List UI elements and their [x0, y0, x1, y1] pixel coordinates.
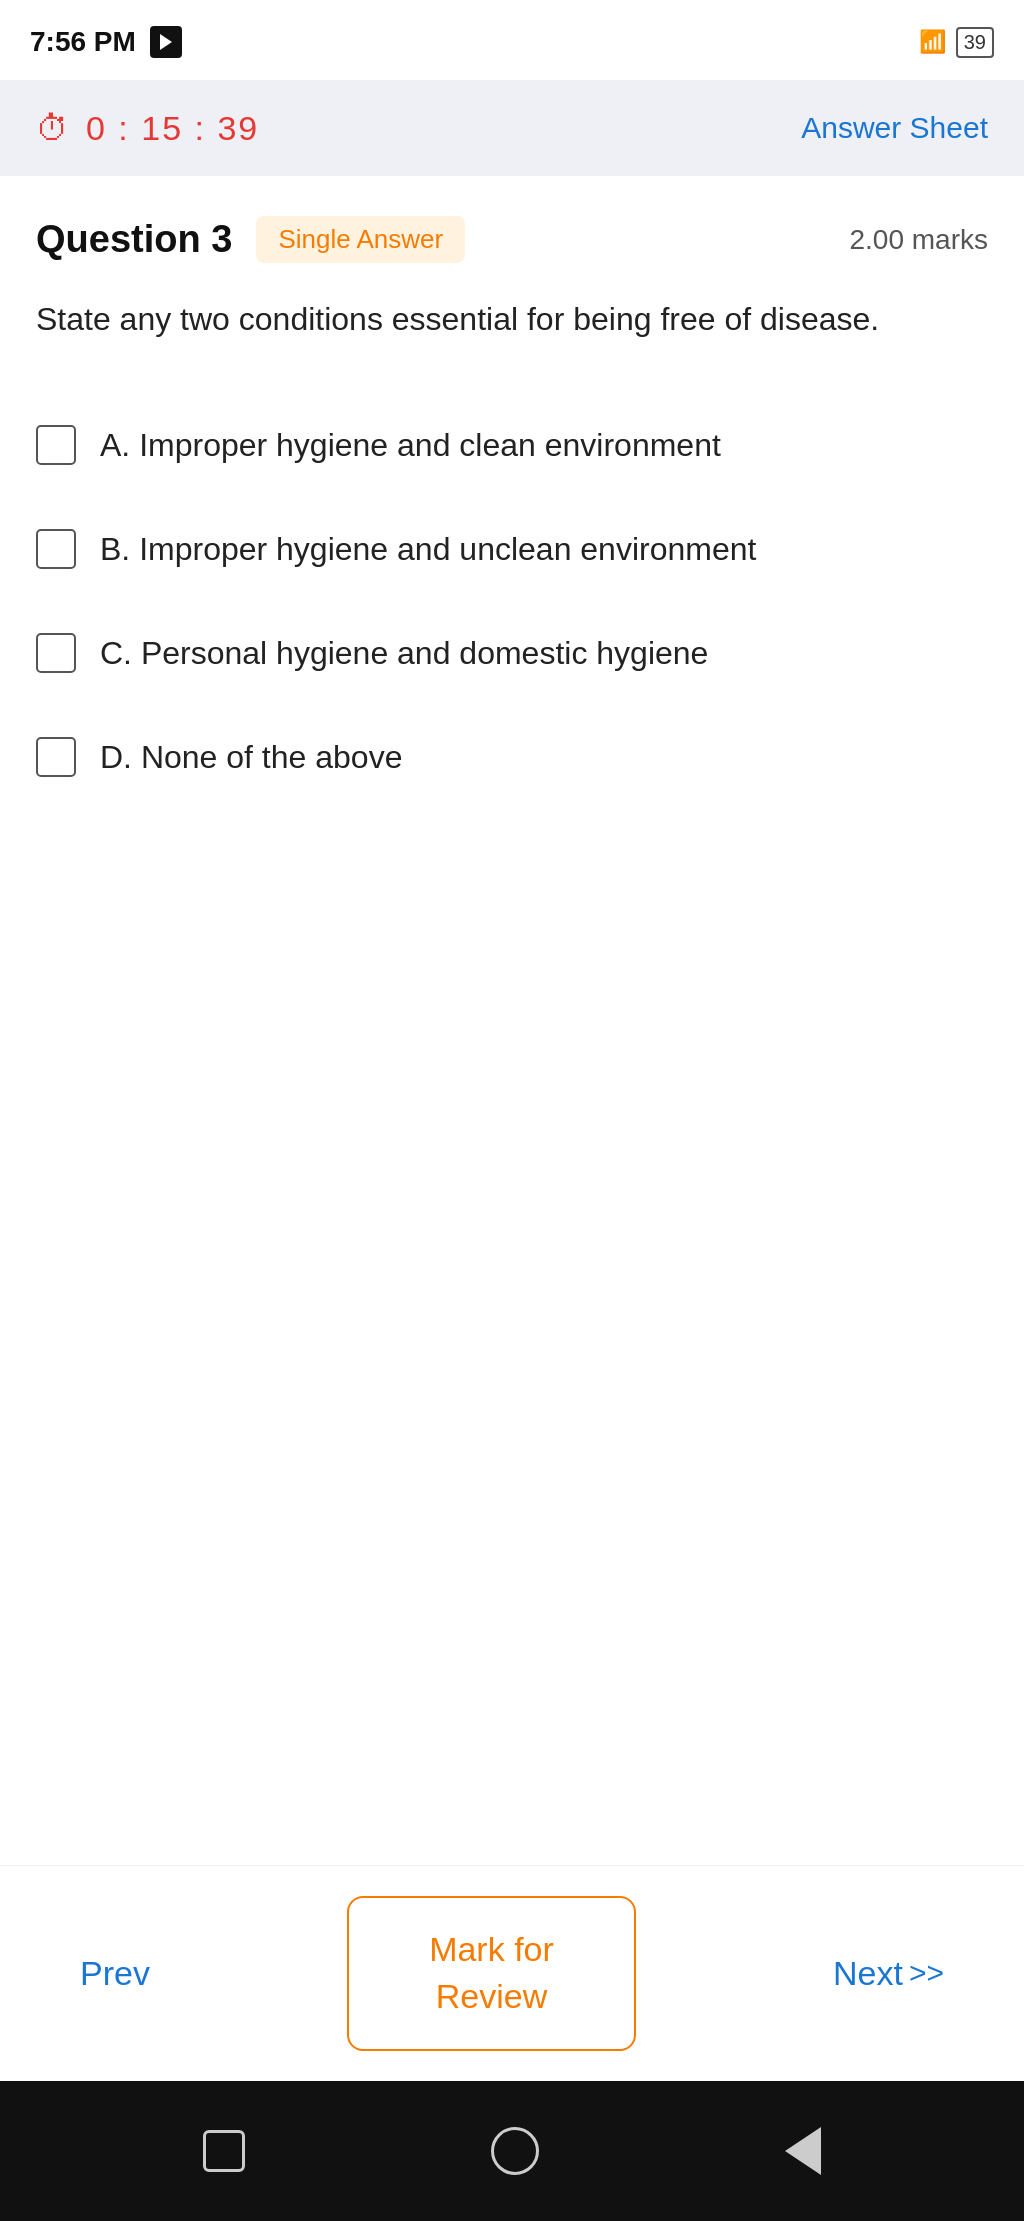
mark-for-review-button[interactable]: Mark for Review	[347, 1896, 636, 2051]
option-label-c[interactable]: C. Personal hygiene and domestic hygiene	[100, 629, 708, 677]
square-icon	[203, 2130, 245, 2172]
question-title-row: Question 3 Single Answer	[36, 216, 465, 263]
circle-icon	[491, 2127, 539, 2175]
question-header: Question 3 Single Answer 2.00 marks	[36, 216, 988, 263]
status-time-text: 7:56 PM	[30, 26, 136, 58]
android-home-button[interactable]	[491, 2127, 539, 2175]
status-icons: 📶 39	[919, 27, 994, 58]
play-icon	[150, 26, 182, 58]
next-button[interactable]: Next >>	[803, 1934, 974, 2013]
next-chevrons-icon: >>	[909, 1956, 944, 1990]
battery-indicator: 39	[956, 27, 994, 58]
bottom-navigation: Prev Mark for Review Next >>	[0, 1865, 1024, 2081]
option-label-a[interactable]: A. Improper hygiene and clean environmen…	[100, 421, 721, 469]
mark-review-label: Mark for Review	[429, 1930, 554, 2016]
list-item[interactable]: C. Personal hygiene and domestic hygiene	[36, 601, 988, 705]
timer-value: 0 : 15 : 39	[86, 109, 259, 148]
list-item[interactable]: D. None of the above	[36, 705, 988, 809]
prev-button[interactable]: Prev	[50, 1934, 180, 2013]
option-checkbox-b[interactable]	[36, 529, 76, 569]
status-time-container: 7:56 PM	[30, 26, 182, 58]
main-content: Question 3 Single Answer 2.00 marks Stat…	[0, 176, 1024, 849]
android-square-button[interactable]	[203, 2130, 245, 2172]
options-list: A. Improper hygiene and clean environmen…	[36, 393, 988, 809]
option-checkbox-a[interactable]	[36, 425, 76, 465]
android-nav-bar	[0, 2081, 1024, 2221]
signal-icon: 📶	[919, 29, 946, 55]
option-label-b[interactable]: B. Improper hygiene and unclean environm…	[100, 525, 756, 573]
option-label-d[interactable]: D. None of the above	[100, 733, 402, 781]
timer-bar: ⏱ 0 : 15 : 39 Answer Sheet	[0, 80, 1024, 176]
answer-sheet-link[interactable]: Answer Sheet	[801, 111, 988, 145]
list-item[interactable]: B. Improper hygiene and unclean environm…	[36, 497, 988, 601]
timer-left: ⏱ 0 : 15 : 39	[36, 109, 259, 148]
clock-icon: ⏱	[36, 109, 70, 148]
android-back-button[interactable]	[785, 2127, 821, 2175]
status-bar: 7:56 PM 📶 39	[0, 0, 1024, 80]
triangle-icon	[785, 2127, 821, 2175]
answer-type-badge: Single Answer	[256, 216, 465, 263]
question-number: Question 3	[36, 218, 232, 261]
marks-info: 2.00 marks	[850, 224, 989, 256]
next-label: Next	[833, 1954, 903, 1993]
question-text: State any two conditions essential for b…	[36, 295, 988, 345]
list-item[interactable]: A. Improper hygiene and clean environmen…	[36, 393, 988, 497]
option-checkbox-d[interactable]	[36, 737, 76, 777]
option-checkbox-c[interactable]	[36, 633, 76, 673]
